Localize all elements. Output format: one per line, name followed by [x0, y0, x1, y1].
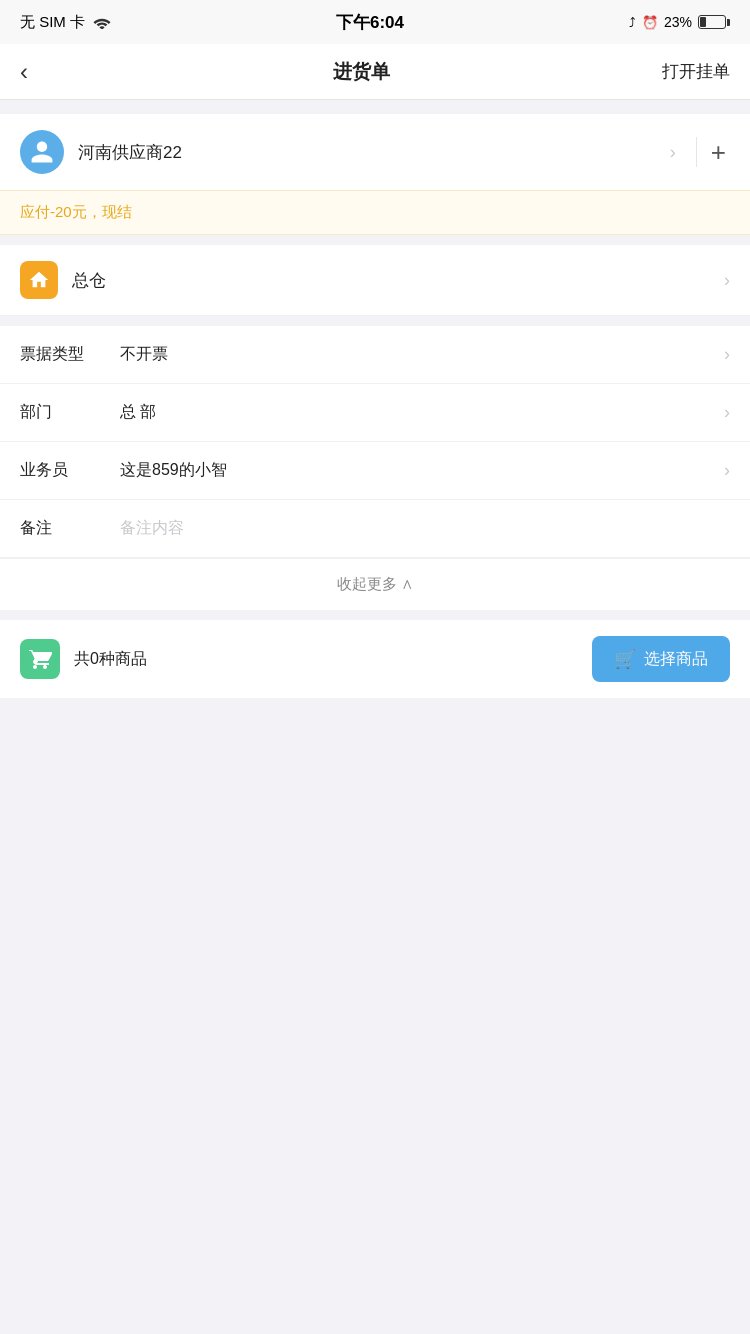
supplier-chevron-icon: › [670, 142, 676, 163]
remark-row[interactable]: 备注 备注内容 [0, 500, 750, 558]
product-icon-bg [20, 639, 60, 679]
product-count: 共0种商品 [74, 649, 592, 670]
remark-input[interactable]: 备注内容 [120, 518, 730, 539]
select-product-button[interactable]: 🛒 选择商品 [592, 636, 730, 682]
warehouse-name: 总仓 [72, 269, 724, 292]
supplier-divider [696, 137, 697, 167]
invoice-label: 票据类型 [20, 344, 120, 365]
warehouse-row[interactable]: 总仓 › [0, 245, 750, 316]
nav-bar: ‹ 进货单 打开挂单 [0, 44, 750, 100]
section-divider-4 [0, 610, 750, 620]
location-icon: ⤴ [629, 15, 636, 30]
section-divider-1 [0, 100, 750, 114]
warehouse-chevron-icon: › [724, 270, 730, 291]
remark-label: 备注 [20, 518, 120, 539]
supplier-card: 河南供应商22 › + 应付-20元，现结 [0, 114, 750, 235]
invoice-row[interactable]: 票据类型 不开票 › [0, 326, 750, 384]
supplier-name: 河南供应商22 [78, 141, 670, 164]
section-divider-3 [0, 316, 750, 326]
dept-chevron-icon: › [724, 402, 730, 423]
invoice-value: 不开票 [120, 344, 724, 365]
alarm-icon: ⏰ [642, 15, 658, 30]
dept-value: 总 部 [120, 402, 724, 423]
supplier-avatar [20, 130, 64, 174]
staff-value: 这是859的小智 [120, 460, 724, 481]
battery-icon [698, 15, 730, 29]
select-product-icon: 🛒 [614, 648, 636, 670]
empty-area [0, 698, 750, 998]
status-carrier: 无 SIM 卡 [20, 13, 111, 32]
person-icon [29, 139, 55, 165]
staff-chevron-icon: › [724, 460, 730, 481]
back-button[interactable]: ‹ [20, 58, 60, 86]
supplier-row[interactable]: 河南供应商22 › + [0, 114, 750, 190]
cart-icon [28, 647, 52, 671]
warehouse-icon-bg [20, 261, 58, 299]
dept-label: 部门 [20, 402, 120, 423]
warehouse-icon [28, 269, 50, 291]
product-bar: 共0种商品 🛒 选择商品 [0, 620, 750, 698]
staff-label: 业务员 [20, 460, 120, 481]
status-time: 下午6:04 [336, 11, 404, 34]
select-product-label: 选择商品 [644, 649, 708, 670]
battery-percent: 23% [664, 14, 692, 30]
form-section: 票据类型 不开票 › 部门 总 部 › 业务员 这是859的小智 › 备注 备注… [0, 326, 750, 610]
collapse-label: 收起更多 ∧ [337, 575, 413, 594]
section-divider-2 [0, 235, 750, 245]
page-title: 进货单 [333, 59, 390, 85]
collapse-button[interactable]: 收起更多 ∧ [337, 575, 413, 594]
open-pending-button[interactable]: 打开挂单 [662, 60, 730, 83]
notice-bar: 应付-20元，现结 [0, 190, 750, 235]
wifi-icon [93, 15, 111, 29]
status-bar: 无 SIM 卡 下午6:04 ⤴ ⏰ 23% [0, 0, 750, 44]
add-supplier-button[interactable]: + [707, 137, 730, 168]
dept-row[interactable]: 部门 总 部 › [0, 384, 750, 442]
collapse-row[interactable]: 收起更多 ∧ [0, 558, 750, 610]
staff-row[interactable]: 业务员 这是859的小智 › [0, 442, 750, 500]
status-right: ⤴ ⏰ 23% [629, 14, 730, 30]
invoice-chevron-icon: › [724, 344, 730, 365]
